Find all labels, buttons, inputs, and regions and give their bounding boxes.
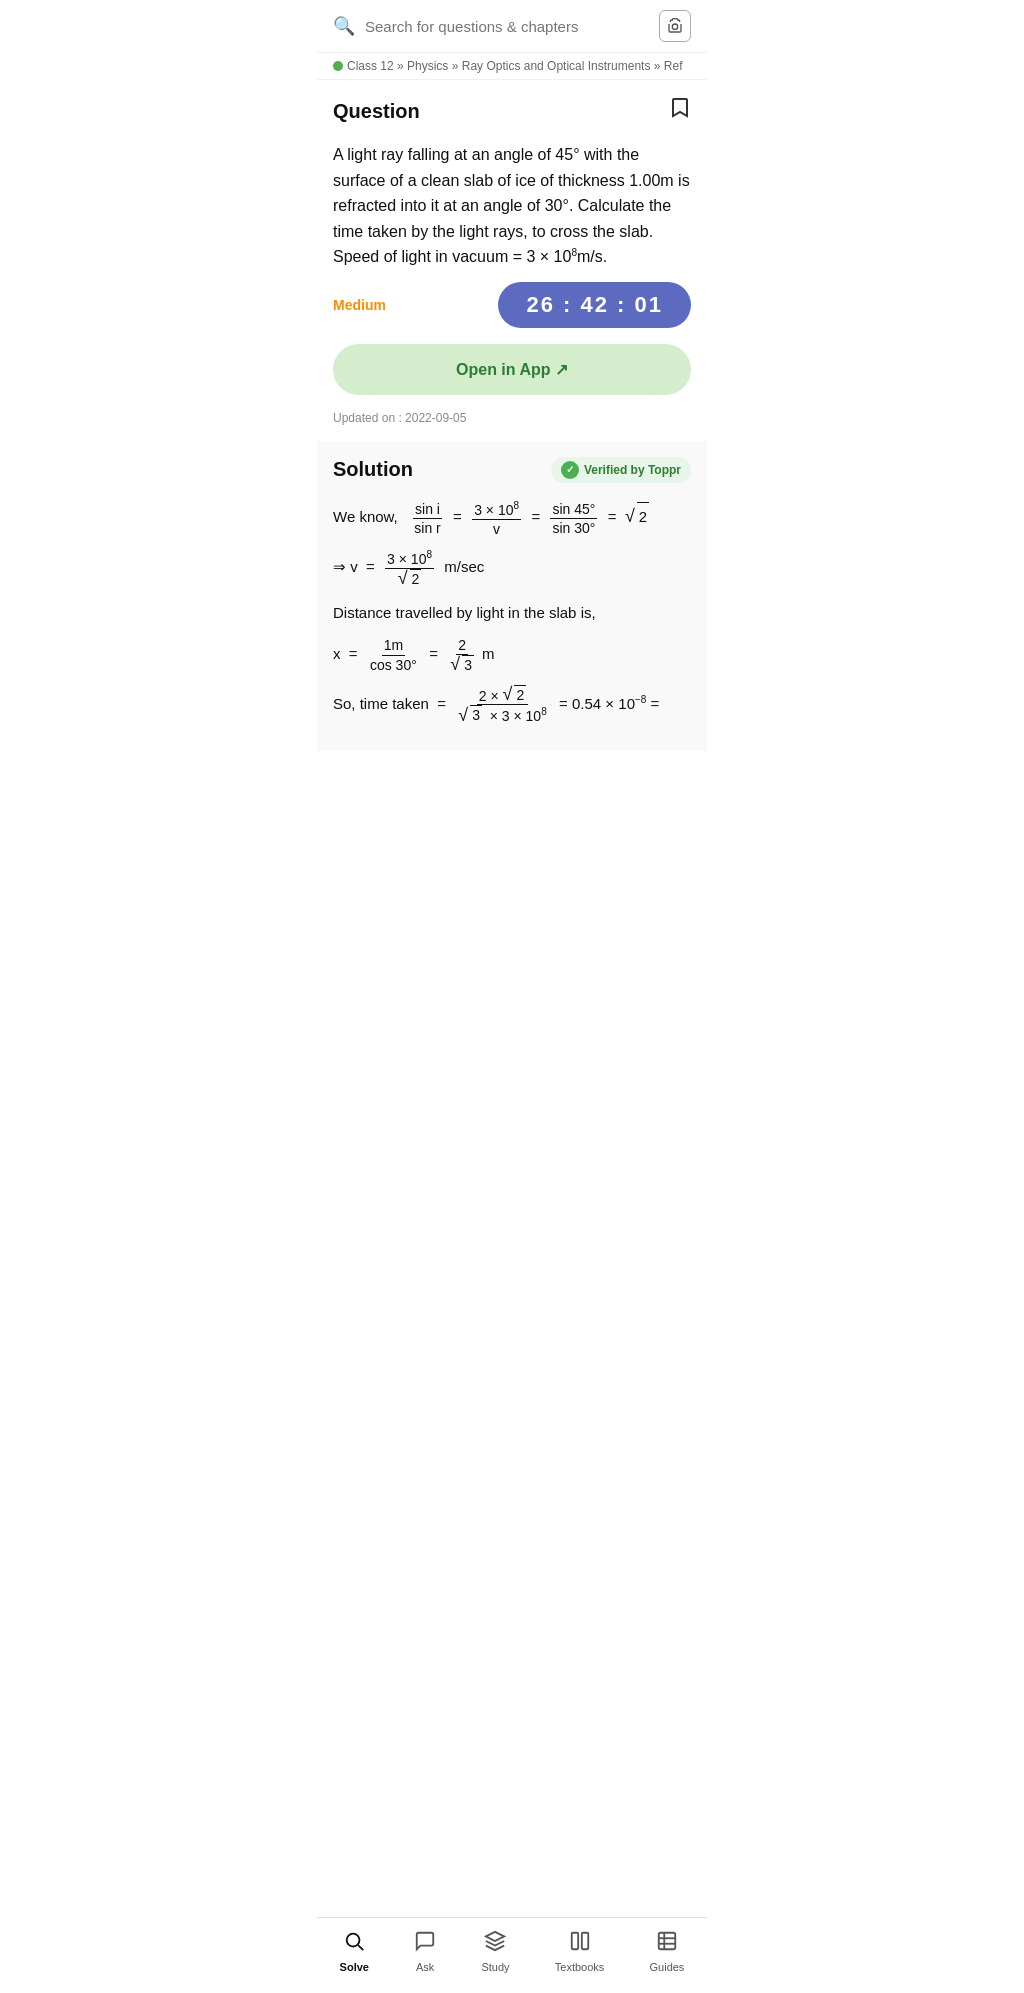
difficulty-badge: Medium (333, 297, 386, 313)
svg-rect-5 (659, 1933, 676, 1950)
timer-badge: 26 : 42 : 01 (498, 282, 691, 328)
fraction-v-value: 3 × 108 √2 (385, 548, 434, 589)
svg-point-1 (347, 1934, 360, 1947)
fraction-sini-sinr: sin i sin r (412, 500, 442, 537)
nav-label-ask: Ask (416, 1961, 434, 1973)
nav-label-guides: Guides (650, 1961, 685, 1973)
open-in-app-button[interactable]: Open in App ↗ (333, 344, 691, 395)
fraction-time: 2 × √2 √3 × 3 × 108 (456, 685, 548, 726)
question-header: Question (333, 96, 691, 126)
breadcrumb-dot (333, 61, 343, 71)
svg-point-0 (672, 24, 677, 29)
fraction-c-v: 3 × 108 v (472, 499, 521, 538)
math-content: We know, sin i sin r = 3 × 108 v = sin 4… (333, 499, 691, 725)
sqrt-3-2: √3 (458, 705, 482, 724)
sqrt-3-1: √3 (450, 655, 474, 674)
solution-title: Solution (333, 458, 413, 481)
nav-item-solve[interactable]: Solve (328, 1926, 381, 1977)
fraction-x-value: 1m cos 30° (368, 636, 419, 673)
sqrt-2-1: √2 (625, 502, 649, 530)
updated-on-label: Updated on : 2022-09-05 (333, 411, 691, 441)
nav-item-textbooks[interactable]: Textbooks (543, 1926, 617, 1977)
nav-item-guides[interactable]: Guides (638, 1926, 697, 1977)
nav-label-study: Study (481, 1961, 509, 1973)
verified-badge: ✓ Verified by Toppr (551, 457, 691, 483)
textbooks-icon (569, 1930, 591, 1958)
search-input[interactable] (365, 18, 649, 35)
main-content: Question A light ray falling at an angle… (317, 80, 707, 441)
timer-difficulty-row: Medium 26 : 42 : 01 (333, 282, 691, 328)
nav-label-textbooks: Textbooks (555, 1961, 605, 1973)
question-title: Question (333, 100, 420, 123)
bottom-nav: Solve Ask Study Textbooks (317, 1917, 707, 1993)
fraction-x-simplified: 2 √3 (448, 636, 476, 675)
verified-text: Verified by Toppr (584, 463, 681, 477)
camera-icon[interactable] (659, 10, 691, 42)
svg-rect-3 (571, 1933, 577, 1950)
ask-icon (414, 1930, 436, 1958)
solution-header: Solution ✓ Verified by Toppr (333, 457, 691, 483)
guides-icon (656, 1930, 678, 1958)
solve-icon (343, 1930, 365, 1958)
math-line-3: Distance travelled by light in the slab … (333, 599, 691, 626)
study-icon (484, 1930, 506, 1958)
nav-item-study[interactable]: Study (469, 1926, 521, 1977)
svg-line-2 (358, 1945, 363, 1950)
math-line-2: ⇒ v = 3 × 108 √2 m/sec (333, 548, 691, 589)
math-line-4: x = 1m cos 30° = 2 √3 m (333, 636, 691, 675)
math-line-1: We know, sin i sin r = 3 × 108 v = sin 4… (333, 499, 691, 538)
search-icon: 🔍 (333, 15, 355, 37)
svg-rect-4 (581, 1933, 587, 1950)
fraction-sin45-sin30: sin 45° sin 30° (550, 500, 597, 537)
nav-label-solve: Solve (340, 1961, 369, 1973)
question-text: A light ray falling at an angle of 45° w… (333, 142, 691, 270)
math-line-5: So, time taken = 2 × √2 √3 × 3 × 108 = 0… (333, 685, 691, 726)
search-bar: 🔍 (317, 0, 707, 53)
bookmark-icon[interactable] (669, 96, 691, 126)
sqrt-2-2: √2 (398, 569, 422, 588)
breadcrumb: Class 12 » Physics » Ray Optics and Opti… (317, 53, 707, 80)
verified-icon: ✓ (561, 461, 579, 479)
nav-item-ask[interactable]: Ask (402, 1926, 448, 1977)
solution-section: Solution ✓ Verified by Toppr We know, si… (317, 441, 707, 751)
